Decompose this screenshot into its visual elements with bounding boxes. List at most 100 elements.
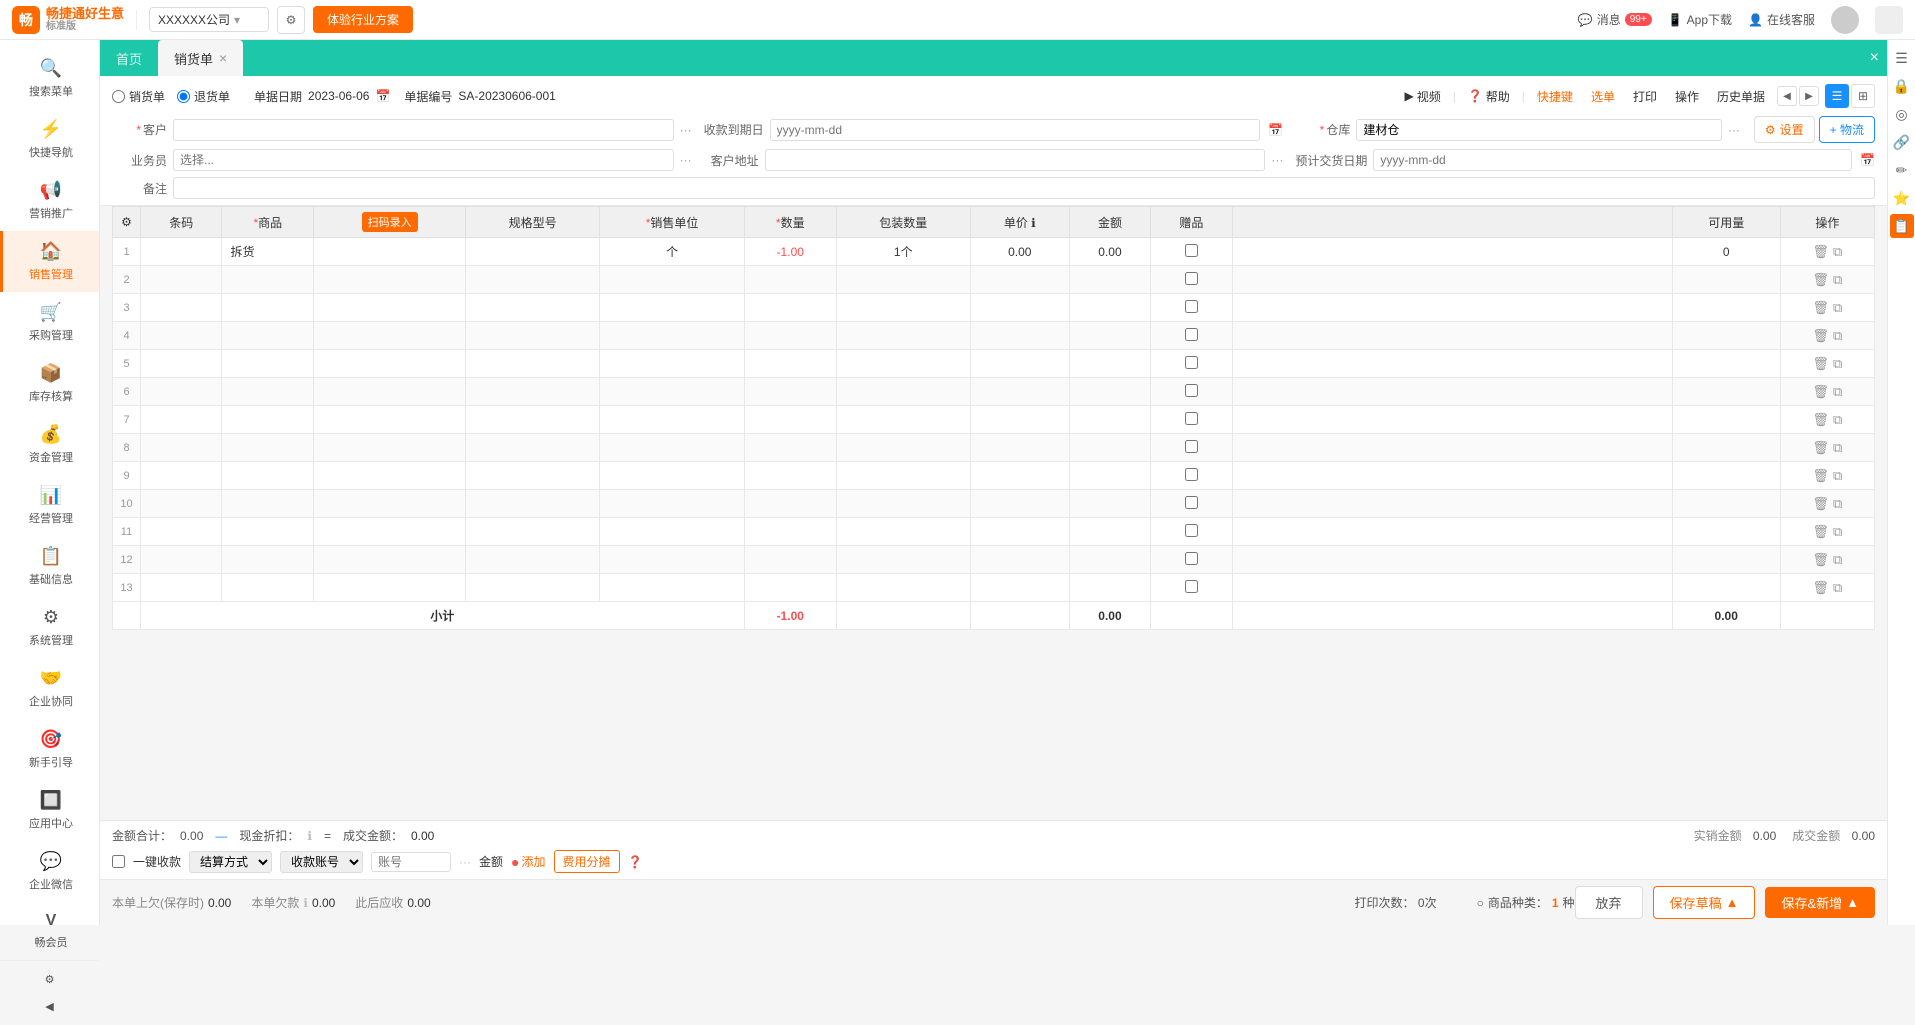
one-click-pay-checkbox[interactable] (112, 855, 125, 868)
sidebar-item-wechat[interactable]: 💬 企业微信 (0, 841, 99, 902)
tab-close-icon[interactable]: × (219, 50, 227, 66)
gift-checkbox-2[interactable] (1185, 300, 1198, 313)
cell-spec-2[interactable] (466, 294, 600, 322)
save-new-button[interactable]: 保存&新增 ▲ (1765, 887, 1875, 918)
cell-amount-4[interactable] (1069, 350, 1150, 378)
cell-unit-5[interactable] (600, 378, 745, 406)
gift-checkbox-1[interactable] (1185, 272, 1198, 285)
discard-button[interactable]: 放弃 (1575, 886, 1643, 919)
copy-icon-4[interactable]: ⧉ (1833, 356, 1842, 372)
gift-checkbox-4[interactable] (1185, 356, 1198, 369)
scan-button[interactable]: 扫码录入 (362, 212, 418, 232)
cell-unit-price-12[interactable] (970, 574, 1069, 602)
cell-amount-7[interactable] (1069, 434, 1150, 462)
radio-sales-input[interactable] (112, 90, 125, 103)
cell-unit-8[interactable] (600, 462, 745, 490)
radio-return-order[interactable]: 退货单 (177, 88, 230, 105)
cell-spec-9[interactable] (466, 490, 600, 518)
cell-amount-6[interactable] (1069, 406, 1150, 434)
cell-barcode-9[interactable] (141, 490, 222, 518)
cell-pack-qty-1[interactable] (836, 266, 970, 294)
add-button[interactable]: ● 添加 (511, 853, 545, 870)
copy-icon-2[interactable]: ⧉ (1833, 300, 1842, 316)
sidebar-item-app-center[interactable]: 🔲 应用中心 (0, 780, 99, 841)
delete-icon-5[interactable]: 🗑 (1812, 384, 1829, 400)
cell-unit-7[interactable] (600, 434, 745, 462)
customer-address-dots[interactable]: ··· (1271, 153, 1283, 167)
cell-unit-price-9[interactable] (970, 490, 1069, 518)
salesperson-input[interactable] (173, 149, 674, 171)
delete-icon-3[interactable]: 🗑 (1812, 328, 1829, 344)
cell-amount-5[interactable] (1069, 378, 1150, 406)
delete-icon-10[interactable]: 🗑 (1812, 524, 1829, 540)
notes-input[interactable] (173, 177, 1875, 199)
cell-unit-price-2[interactable] (970, 294, 1069, 322)
cell-gift-3[interactable] (1151, 322, 1232, 350)
online-service-button[interactable]: 👤 在线客服 (1748, 11, 1815, 28)
cell-quantity-12[interactable] (744, 574, 836, 602)
delivery-date-input[interactable] (1373, 149, 1852, 171)
cell-barcode-7[interactable] (141, 434, 222, 462)
sidebar-item-management[interactable]: 📊 经营管理 (0, 475, 99, 536)
sidebar-item-basic-info[interactable]: 📋 基础信息 (0, 536, 99, 597)
cell-unit-3[interactable] (600, 322, 745, 350)
cell-pack-qty-9[interactable] (836, 490, 970, 518)
cell-gift-8[interactable] (1151, 462, 1232, 490)
user-menu[interactable] (1875, 6, 1903, 34)
cell-spec-6[interactable] (466, 406, 600, 434)
cell-gift-2[interactable] (1151, 294, 1232, 322)
cell-amount-9[interactable] (1069, 490, 1150, 518)
cell-unit-10[interactable] (600, 518, 745, 546)
operation-button[interactable]: 操作 (1669, 86, 1705, 107)
copy-icon-9[interactable]: ⧉ (1833, 496, 1842, 512)
salesperson-dots[interactable]: ··· (680, 153, 692, 167)
customer-address-input[interactable] (765, 149, 1266, 171)
history-button[interactable]: 历史单据 (1711, 86, 1771, 107)
cell-product-4[interactable] (222, 350, 314, 378)
cell-barcode-11[interactable] (141, 546, 222, 574)
cell-pack-qty-11[interactable] (836, 546, 970, 574)
cell-quantity-6[interactable] (744, 406, 836, 434)
delete-icon-2[interactable]: 🗑 (1812, 300, 1829, 316)
cell-amount-1[interactable] (1069, 266, 1150, 294)
cell-amount-2[interactable] (1069, 294, 1150, 322)
delete-icon-6[interactable]: 🗑 (1812, 412, 1829, 428)
cell-spec-10[interactable] (466, 518, 600, 546)
cell-unit-price-0[interactable]: 0.00 (970, 238, 1069, 266)
cell-amount-10[interactable] (1069, 518, 1150, 546)
right-panel-icon-3[interactable]: ◎ (1890, 102, 1914, 126)
sidebar-item-search[interactable]: 🔍 搜索菜单 (0, 48, 99, 109)
sidebar-item-system[interactable]: ⚙ 系统管理 (0, 597, 99, 658)
user-avatar[interactable] (1831, 6, 1859, 34)
sidebar-bottom-settings[interactable]: ⚙ (41, 969, 59, 990)
cell-product-7[interactable] (222, 434, 314, 462)
right-panel-icon-6[interactable]: ⭐ (1890, 186, 1914, 210)
cell-unit-9[interactable] (600, 490, 745, 518)
cell-pack-qty-4[interactable] (836, 350, 970, 378)
cell-quantity-10[interactable] (744, 518, 836, 546)
gift-checkbox-10[interactable] (1185, 524, 1198, 537)
copy-icon-10[interactable]: ⧉ (1833, 524, 1842, 540)
table-settings-icon[interactable]: ⚙ (121, 215, 132, 229)
cell-quantity-7[interactable] (744, 434, 836, 462)
setting-button[interactable]: ⚙ 设置 (1754, 116, 1815, 143)
gift-checkbox-3[interactable] (1185, 328, 1198, 341)
sidebar-item-inventory[interactable]: 📦 库存核算 (0, 353, 99, 414)
shortcut-button[interactable]: 快捷键 (1531, 86, 1579, 107)
cell-product-0[interactable]: 拆货 (222, 238, 314, 266)
gift-checkbox-11[interactable] (1185, 552, 1198, 565)
cell-quantity-9[interactable] (744, 490, 836, 518)
gift-checkbox-0[interactable] (1185, 244, 1198, 257)
cell-barcode-12[interactable] (141, 574, 222, 602)
cell-pack-qty-6[interactable] (836, 406, 970, 434)
delete-icon-7[interactable]: 🗑 (1812, 440, 1829, 456)
cell-barcode-0[interactable] (141, 238, 222, 266)
cell-quantity-4[interactable] (744, 350, 836, 378)
cell-spec-4[interactable] (466, 350, 600, 378)
cash-discount-help[interactable]: ℹ (307, 829, 312, 843)
list-view-btn[interactable]: ☰ (1825, 84, 1849, 108)
cell-gift-12[interactable] (1151, 574, 1232, 602)
sidebar-bottom-collapse[interactable]: ◀ (41, 996, 57, 1017)
cell-pack-qty-7[interactable] (836, 434, 970, 462)
cell-gift-7[interactable] (1151, 434, 1232, 462)
